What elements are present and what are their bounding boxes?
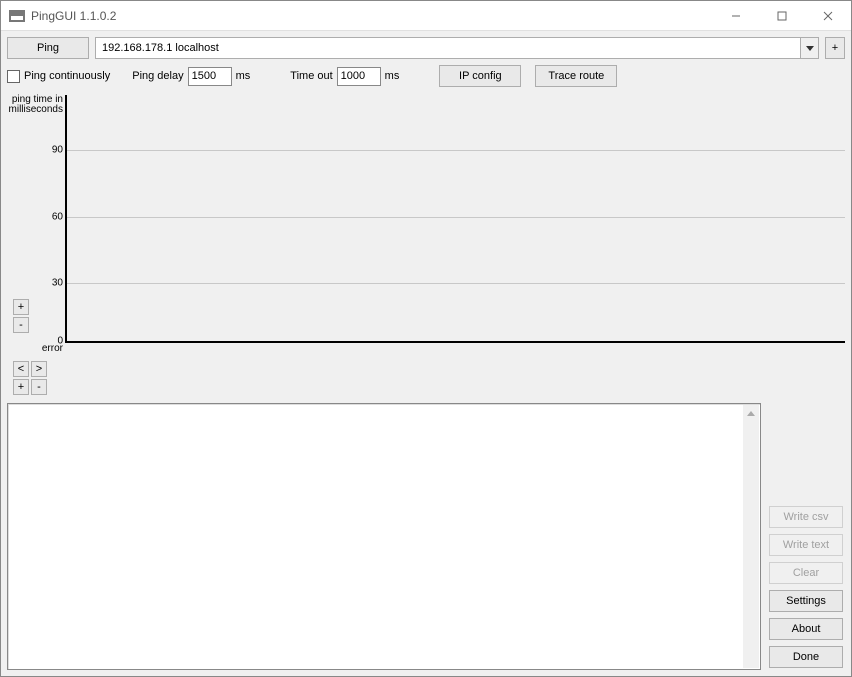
done-button[interactable]: Done	[769, 646, 843, 668]
ping-delay-input[interactable]	[188, 67, 232, 86]
ping-delay-label: Ping delay	[132, 70, 183, 82]
chart-y-axis-label: ping time in milliseconds	[7, 95, 63, 115]
minimize-button[interactable]	[713, 1, 759, 31]
add-address-button[interactable]: +	[825, 37, 845, 59]
window-title: PingGUI 1.1.0.2	[31, 9, 116, 23]
ip-config-button[interactable]: IP config	[439, 65, 521, 87]
titlebar: PingGUI 1.1.0.2	[1, 1, 851, 31]
address-input[interactable]	[96, 38, 800, 58]
settings-button[interactable]: Settings	[769, 590, 843, 612]
chart-area: ping time in milliseconds 90 60 30 0 + -	[7, 95, 845, 355]
y-tick-0: 0	[57, 335, 63, 346]
ping-delay-unit: ms	[236, 70, 251, 82]
y-tick-30: 30	[52, 278, 63, 289]
x-axis-controls: < > + -	[7, 359, 845, 399]
chart-error-label: error	[7, 343, 63, 355]
ping-continuously-label: Ping continuously	[24, 70, 110, 82]
clear-button[interactable]: Clear	[769, 562, 843, 584]
timeout-unit: ms	[385, 70, 400, 82]
y-tick-60: 60	[52, 211, 63, 222]
chart-canvas	[65, 95, 845, 343]
trace-route-button[interactable]: Trace route	[535, 65, 617, 87]
about-button[interactable]: About	[769, 618, 843, 640]
address-row: Ping +	[7, 37, 845, 59]
checkbox-box	[7, 70, 20, 83]
close-button[interactable]	[805, 1, 851, 31]
app-icon	[9, 10, 25, 22]
content-area: Ping + Ping continuously Ping delay ms T…	[1, 31, 851, 676]
x-scroll-right-button[interactable]: >	[31, 361, 47, 377]
y-tick-90: 90	[52, 144, 63, 155]
side-buttons: Write csv Write text Clear Settings Abou…	[769, 403, 845, 670]
options-row: Ping continuously Ping delay ms Time out…	[7, 63, 845, 91]
y-zoom-out-button[interactable]: -	[13, 317, 29, 333]
x-scroll-left-button[interactable]: <	[13, 361, 29, 377]
write-text-button[interactable]: Write text	[769, 534, 843, 556]
chart-y-axis: ping time in milliseconds 90 60 30 0 + -	[7, 95, 65, 343]
x-zoom-in-button[interactable]: +	[13, 379, 29, 395]
address-combobox[interactable]	[95, 37, 819, 59]
ping-continuously-checkbox[interactable]: Ping continuously	[7, 70, 110, 83]
bottom-area: Write csv Write text Clear Settings Abou…	[7, 403, 845, 670]
maximize-button[interactable]	[759, 1, 805, 31]
ping-button[interactable]: Ping	[7, 37, 89, 59]
write-csv-button[interactable]: Write csv	[769, 506, 843, 528]
y-zoom-in-button[interactable]: +	[13, 299, 29, 315]
scroll-up-icon[interactable]	[743, 405, 759, 421]
timeout-label: Time out	[290, 70, 332, 82]
x-zoom-out-button[interactable]: -	[31, 379, 47, 395]
output-textbox[interactable]	[7, 403, 761, 670]
timeout-input[interactable]	[337, 67, 381, 86]
address-dropdown-icon[interactable]	[800, 38, 818, 58]
output-scrollbar[interactable]	[743, 405, 759, 668]
app-window: PingGUI 1.1.0.2 Ping +	[0, 0, 852, 677]
